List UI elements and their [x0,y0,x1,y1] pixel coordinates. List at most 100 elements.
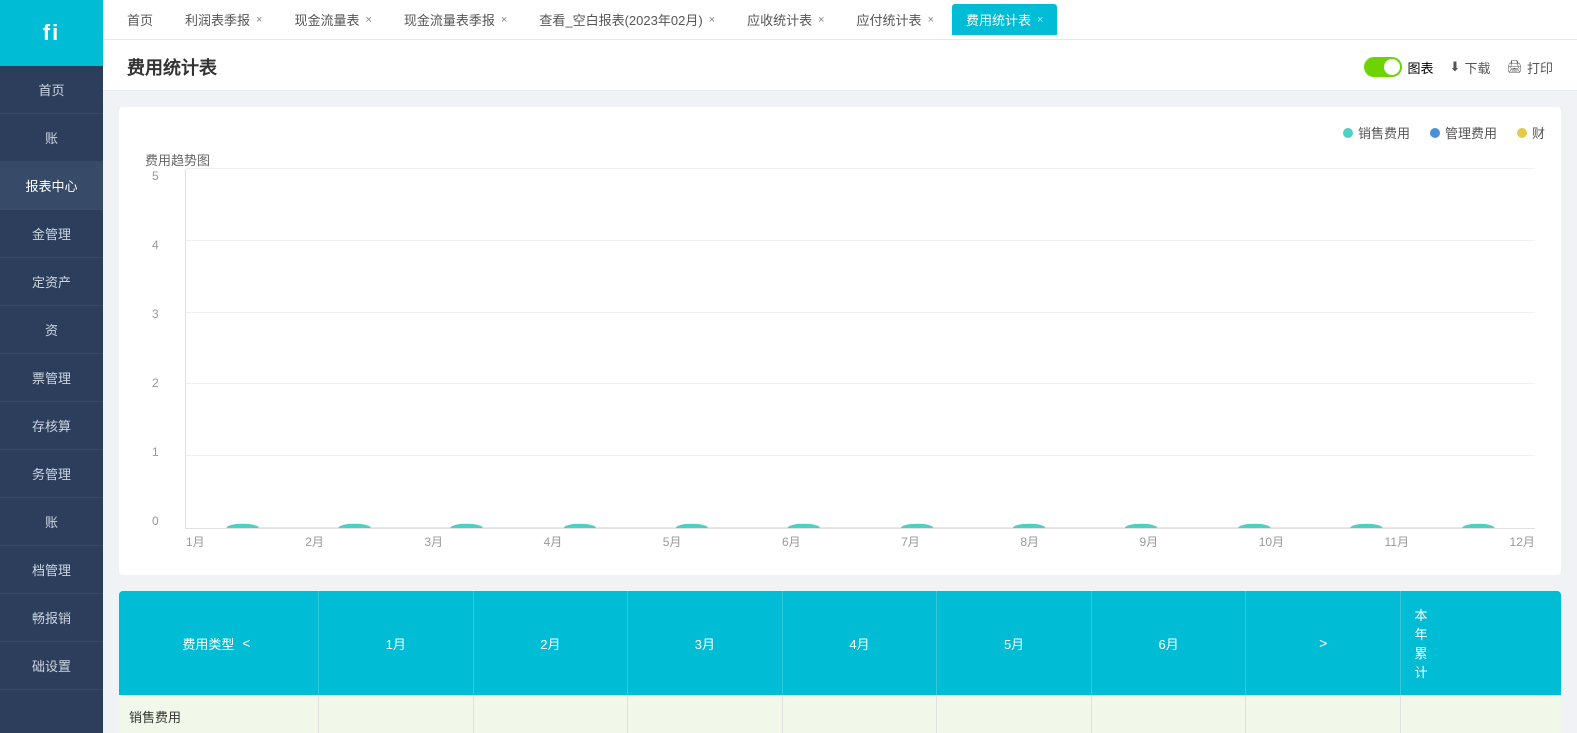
tab-receivable[interactable]: 应收统计表 × [733,4,838,35]
x-label-jan: 1月 [186,533,205,550]
y-label-1: 1 [152,445,159,459]
tab-cashflow-quarterly-close[interactable]: × [501,14,507,26]
x-label-mar: 3月 [424,533,443,550]
tab-cashflow-quarterly[interactable]: 现金流量表季报 × [390,4,521,35]
x-label-jun: 6月 [782,533,801,550]
x-label-apr: 4月 [544,533,563,550]
header-actions: 图表 ⬇ 下载 🖨 打印 [1364,57,1553,77]
tab-expense[interactable]: 费用统计表 × [952,4,1057,35]
table-nav-next[interactable]: > [1315,635,1331,651]
legend-sales: 销售费用 [1343,123,1410,142]
chart-area: 0 1 2 3 4 5 [185,169,1535,529]
col-month-3: 3月 [628,591,783,695]
col-type-label: 费用类型 [182,634,234,653]
tab-cashflow-quarterly-label: 现金流量表季报 [404,10,495,29]
legend-sales-dot [1343,128,1353,138]
row-sales-nav [1246,695,1401,733]
col-month-5: 5月 [937,591,1092,695]
x-label-jul: 7月 [901,533,920,550]
content-area: 销售费用 管理费用 财 费用趋势图 0 1 2 [103,91,1577,733]
tab-profit-quarterly[interactable]: 利润表季报 × [171,4,276,35]
row-sales-m6 [1092,695,1247,733]
legend-admin-dot [1430,128,1440,138]
chart-container: 费用趋势图 0 1 2 3 4 5 [145,150,1545,529]
table-row-sales: 销售费用 [119,695,1561,733]
col-month-6: 6月 [1092,591,1247,695]
col-month-1-label: 1月 [386,634,406,653]
row-sales-m2 [474,695,629,733]
table-header: 费用类型 < 1月 2月 3月 4月 5月 [119,591,1561,695]
x-label-feb: 2月 [305,533,324,550]
col-nav-next: > [1246,591,1401,695]
tab-receivable-label: 应收统计表 [747,10,812,29]
col-type: 费用类型 < [119,591,319,695]
chart-toggle-label: 图表 [1408,58,1434,77]
sidebar-item-inventory[interactable]: 存核算 [0,402,103,450]
sidebar-item-archive-mgmt[interactable]: 档管理 [0,546,103,594]
tab-cashflow-label: 现金流量表 [294,10,359,29]
tab-receivable-close[interactable]: × [818,14,824,26]
chart-title: 费用趋势图 [145,153,210,168]
chart-legend: 销售费用 管理费用 财 [135,123,1545,142]
sidebar-item-fixed-assets[interactable]: 定资产 [0,258,103,306]
toggle-track[interactable] [1364,57,1402,77]
tab-profit-quarterly-close[interactable]: × [256,14,262,26]
x-label-may: 5月 [663,533,682,550]
print-label: 打印 [1527,58,1553,77]
y-label-0: 0 [152,514,159,528]
sidebar-item-invoice-mgmt[interactable]: 票管理 [0,354,103,402]
tab-home-label: 首页 [127,10,153,29]
col-month-6-label: 6月 [1159,634,1179,653]
col-ytd: 本年累计 [1401,591,1441,695]
tab-blank-report[interactable]: 查看_空白报表(2023年02月) × [525,4,729,35]
tab-cashflow[interactable]: 现金流量表 × [280,4,385,35]
tab-home[interactable]: 首页 [113,4,167,35]
col-month-2: 2月 [474,591,629,695]
download-icon: ⬇ [1450,59,1461,75]
x-axis-labels: 1月 2月 3月 4月 5月 6月 7月 8月 9月 10月 11月 12月 [186,533,1535,550]
tab-payable[interactable]: 应付统计表 × [843,4,948,35]
print-button[interactable]: 🖨 打印 [1506,58,1553,77]
chart-toggle[interactable]: 图表 [1364,57,1434,77]
col-ytd-label: 本年累计 [1411,605,1431,681]
tab-blank-report-close[interactable]: × [709,14,715,26]
x-label-oct: 10月 [1259,533,1284,550]
row-sales-type: 销售费用 [119,695,319,733]
row-sales-m4 [783,695,938,733]
y-axis-labels: 0 1 2 3 4 5 [148,169,163,528]
sidebar: fi 首页 账 报表中心 金管理 定资产 资 票管理 存核算 务管理 账 档管理… [0,0,103,733]
tab-cashflow-close[interactable]: × [365,14,371,26]
sidebar-item-fund-mgmt[interactable]: 金管理 [0,210,103,258]
legend-admin-label: 管理费用 [1445,123,1497,142]
y-label-3: 3 [152,307,159,321]
page-header: 费用统计表 图表 ⬇ 下载 🖨 打印 [103,40,1577,91]
x-label-nov: 11月 [1385,533,1409,550]
col-month-3-label: 3月 [695,634,715,653]
tab-expense-close[interactable]: × [1037,14,1043,26]
row-sales-m3 [628,695,783,733]
x-label-sep: 9月 [1140,533,1159,550]
page-title: 费用统计表 [127,54,217,80]
y-label-5: 5 [152,169,159,183]
sidebar-item-capital[interactable]: 资 [0,306,103,354]
table-nav-prev[interactable]: < [238,635,254,651]
print-icon: 🖨 [1506,59,1523,75]
x-label-aug: 8月 [1020,533,1039,550]
sidebar-item-accounts[interactable]: 账 [0,498,103,546]
col-month-4: 4月 [783,591,938,695]
sidebar-item-settings[interactable]: 础设置 [0,642,103,690]
tab-profit-quarterly-label: 利润表季报 [185,10,250,29]
sidebar-item-promo[interactable]: 畅报销 [0,594,103,642]
row-sales-ytd [1401,695,1441,733]
sidebar-logo: fi [0,0,103,66]
legend-finance-label: 财 [1532,123,1545,142]
sidebar-item-service-mgmt[interactable]: 务管理 [0,450,103,498]
main-content: 首页 利润表季报 × 现金流量表 × 现金流量表季报 × 查看_空白报表(202… [103,0,1577,733]
tab-payable-label: 应付统计表 [857,10,922,29]
col-month-2-label: 2月 [540,634,560,653]
sidebar-item-home[interactable]: 首页 [0,66,103,114]
download-button[interactable]: ⬇ 下载 [1450,58,1491,77]
tab-payable-close[interactable]: × [928,14,934,26]
sidebar-item-report-center[interactable]: 报表中心 [0,162,103,210]
sidebar-item-account[interactable]: 账 [0,114,103,162]
